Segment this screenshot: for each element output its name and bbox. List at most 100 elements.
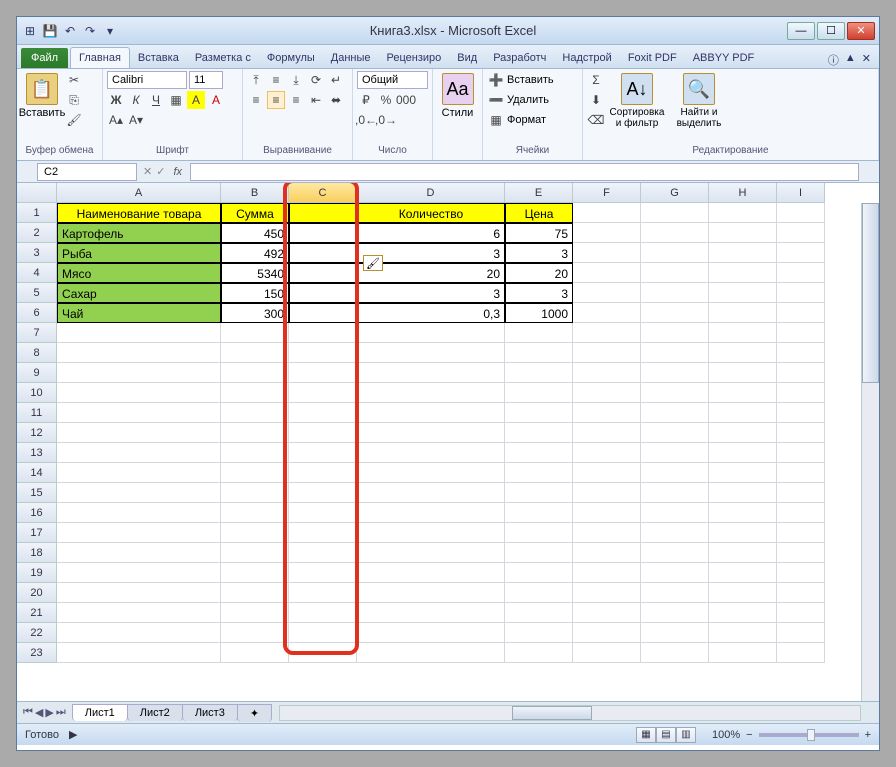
shrink-font-icon[interactable]: A▾ <box>127 111 145 129</box>
cell[interactable] <box>573 463 641 483</box>
cell[interactable] <box>289 523 357 543</box>
cell[interactable] <box>505 383 573 403</box>
cell[interactable] <box>709 623 777 643</box>
cell[interactable]: Количество <box>357 203 505 223</box>
row-header[interactable]: 23 <box>17 643 57 663</box>
cell[interactable] <box>357 603 505 623</box>
row-header[interactable]: 6 <box>17 303 57 323</box>
cell[interactable] <box>573 623 641 643</box>
file-tab[interactable]: Файл <box>21 48 68 68</box>
cell[interactable] <box>221 583 289 603</box>
cell[interactable] <box>709 303 777 323</box>
cell[interactable] <box>709 503 777 523</box>
row-header[interactable]: 13 <box>17 443 57 463</box>
cell[interactable] <box>641 363 709 383</box>
cell[interactable] <box>709 343 777 363</box>
cell[interactable] <box>57 423 221 443</box>
insert-cells-label[interactable]: Вставить <box>507 74 554 86</box>
cell[interactable] <box>357 463 505 483</box>
row-header[interactable]: 14 <box>17 463 57 483</box>
cell[interactable] <box>777 243 825 263</box>
save-icon[interactable]: 💾 <box>41 22 59 40</box>
col-header-G[interactable]: G <box>641 183 709 203</box>
tab-view[interactable]: Вид <box>449 48 485 68</box>
cell[interactable] <box>505 523 573 543</box>
italic-icon[interactable]: К <box>127 91 145 109</box>
delete-cells-icon[interactable]: ➖ <box>487 91 505 109</box>
grow-font-icon[interactable]: A▴ <box>107 111 125 129</box>
merge-icon[interactable]: ⬌ <box>327 91 345 109</box>
cell[interactable] <box>777 323 825 343</box>
cell[interactable] <box>57 483 221 503</box>
last-sheet-icon[interactable]: ⏭ <box>56 706 66 719</box>
macro-icon[interactable]: ▶ <box>69 728 77 741</box>
cell[interactable] <box>289 463 357 483</box>
cell[interactable] <box>221 483 289 503</box>
cell[interactable] <box>505 463 573 483</box>
cell[interactable] <box>289 563 357 583</box>
cell[interactable]: 450 <box>221 223 289 243</box>
cell[interactable]: 150 <box>221 283 289 303</box>
cell[interactable] <box>505 543 573 563</box>
cell[interactable] <box>221 623 289 643</box>
cell[interactable] <box>777 263 825 283</box>
cell[interactable] <box>573 583 641 603</box>
cell[interactable]: Цена <box>505 203 573 223</box>
tab-insert[interactable]: Вставка <box>130 48 187 68</box>
cell[interactable] <box>777 343 825 363</box>
row-header[interactable]: 21 <box>17 603 57 623</box>
tab-addons[interactable]: Надстрой <box>554 48 619 68</box>
cell[interactable] <box>289 383 357 403</box>
cell[interactable] <box>641 643 709 663</box>
tab-home[interactable]: Главная <box>70 47 130 68</box>
row-header[interactable]: 11 <box>17 403 57 423</box>
cell[interactable] <box>641 303 709 323</box>
cell[interactable] <box>777 403 825 423</box>
cell[interactable] <box>573 383 641 403</box>
cell[interactable] <box>777 423 825 443</box>
cell[interactable]: 5340 <box>221 263 289 283</box>
row-header[interactable]: 17 <box>17 523 57 543</box>
cell[interactable] <box>221 323 289 343</box>
cell[interactable]: 3 <box>505 283 573 303</box>
cell[interactable] <box>641 463 709 483</box>
fx-icon[interactable]: fx <box>173 166 182 178</box>
format-cells-icon[interactable]: ▦ <box>487 111 505 129</box>
cell[interactable] <box>573 543 641 563</box>
number-format-combo[interactable]: Общий <box>357 71 428 89</box>
cell[interactable] <box>641 323 709 343</box>
cell[interactable] <box>777 283 825 303</box>
cell[interactable] <box>505 403 573 423</box>
orientation-icon[interactable]: ⟳ <box>307 71 325 89</box>
qat-more-icon[interactable]: ▾ <box>101 22 119 40</box>
cell[interactable]: 300 <box>221 303 289 323</box>
underline-icon[interactable]: Ч <box>147 91 165 109</box>
styles-button[interactable]: Aa Стили <box>437 71 478 121</box>
cell[interactable] <box>57 563 221 583</box>
wrap-text-icon[interactable]: ↵ <box>327 71 345 89</box>
cell[interactable] <box>641 423 709 443</box>
prev-sheet-icon[interactable]: ◀ <box>35 706 43 719</box>
cell[interactable] <box>289 483 357 503</box>
cell[interactable] <box>709 283 777 303</box>
help-icon[interactable]: ⓘ <box>828 52 839 68</box>
cell[interactable] <box>289 263 357 283</box>
cell[interactable] <box>641 623 709 643</box>
cell[interactable] <box>357 543 505 563</box>
cell[interactable] <box>357 363 505 383</box>
sheet-tab-3[interactable]: Лист3 <box>182 704 238 721</box>
cell[interactable] <box>573 603 641 623</box>
cell[interactable] <box>641 503 709 523</box>
row-header[interactable]: 19 <box>17 563 57 583</box>
row-header[interactable]: 15 <box>17 483 57 503</box>
cell[interactable] <box>357 343 505 363</box>
cell[interactable] <box>357 523 505 543</box>
cell[interactable] <box>641 243 709 263</box>
cell[interactable] <box>357 643 505 663</box>
cell[interactable] <box>289 303 357 323</box>
cell[interactable] <box>289 283 357 303</box>
minimize-button[interactable]: — <box>787 22 815 40</box>
format-painter-icon[interactable]: 🖌 <box>65 111 83 129</box>
cell[interactable] <box>289 543 357 563</box>
maximize-button[interactable]: ☐ <box>817 22 845 40</box>
